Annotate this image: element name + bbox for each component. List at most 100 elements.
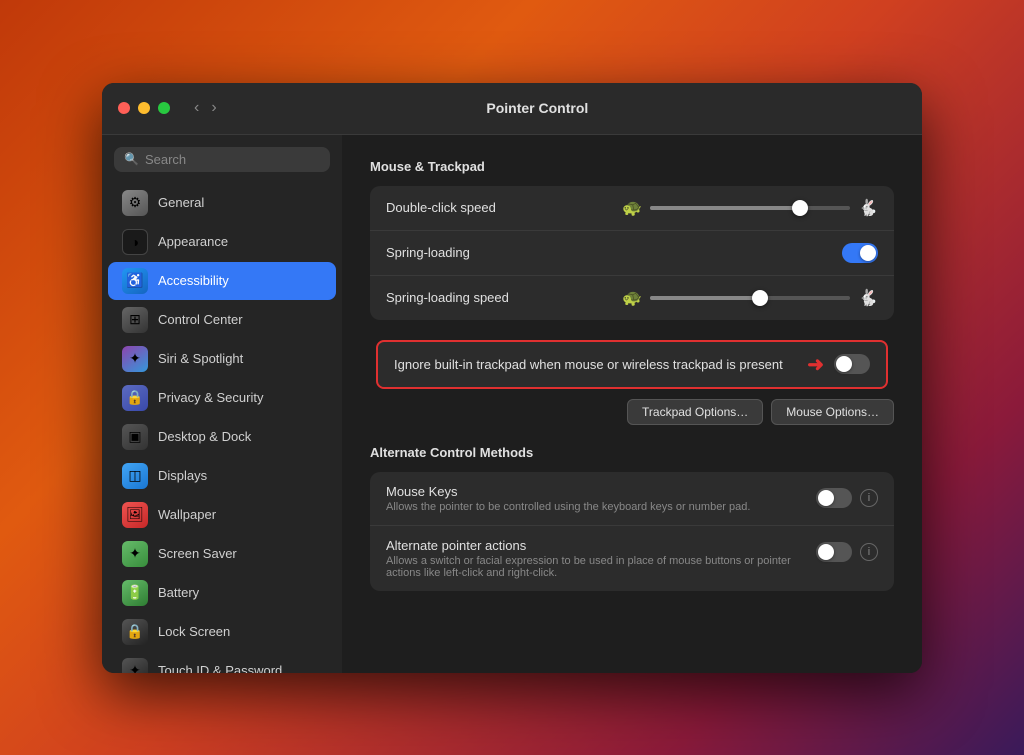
- sidebar-item-displays[interactable]: ◫ Displays: [108, 457, 336, 495]
- nav-arrows: ‹ ›: [190, 97, 221, 119]
- sidebar-icon-battery: 🔋: [122, 580, 148, 606]
- double-click-speed-row: Double-click speed 🐢 🐇: [370, 186, 894, 231]
- sidebar-label-control-center: Control Center: [158, 312, 243, 327]
- search-box[interactable]: 🔍: [114, 147, 330, 172]
- alt-pointer-label: Alternate pointer actions: [386, 538, 806, 553]
- sidebar-label-siri: Siri & Spotlight: [158, 351, 243, 366]
- search-icon: 🔍: [124, 152, 139, 166]
- sidebar-icon-accessibility: ♿: [122, 268, 148, 294]
- back-button[interactable]: ‹: [190, 97, 203, 119]
- sidebar-label-displays: Displays: [158, 468, 207, 483]
- trackpad-options-button[interactable]: Trackpad Options…: [627, 399, 763, 425]
- slider-left-icon-2: 🐢: [622, 288, 642, 308]
- sidebar-item-battery[interactable]: 🔋 Battery: [108, 574, 336, 612]
- double-click-speed-label: Double-click speed: [386, 200, 612, 215]
- sidebar-item-accessibility[interactable]: ♿ Accessibility: [108, 262, 336, 300]
- sidebar-label-touchid: Touch ID & Password: [158, 663, 282, 673]
- alt-pointer-toggle[interactable]: [816, 542, 852, 562]
- alt-pointer-text: Alternate pointer actions Allows a switc…: [386, 538, 806, 579]
- double-click-slider-thumb[interactable]: [792, 200, 808, 216]
- double-click-slider-track[interactable]: [650, 206, 850, 210]
- mouse-keys-row: Mouse Keys Allows the pointer to be cont…: [370, 472, 894, 526]
- alt-pointer-row: Alternate pointer actions Allows a switc…: [370, 526, 894, 591]
- sidebar-icon-displays: ◫: [122, 463, 148, 489]
- sidebar-item-general[interactable]: ⚙ General: [108, 184, 336, 222]
- ignore-trackpad-row: Ignore built-in trackpad when mouse or w…: [376, 340, 888, 389]
- sidebar-icon-appearance: ◑: [122, 229, 148, 255]
- search-input[interactable]: [145, 152, 321, 167]
- sidebar-item-touchid[interactable]: ✦Touch ID & Password: [108, 652, 336, 673]
- double-click-speed-slider-row: 🐢 🐇: [622, 198, 878, 218]
- sidebar-icon-privacy: 🔒: [122, 385, 148, 411]
- spring-loading-speed-label: Spring-loading speed: [386, 290, 612, 305]
- arrow-indicator: ➜: [807, 352, 824, 377]
- close-button[interactable]: [118, 102, 130, 114]
- content-area: 🔍 ⚙ General ◑ Appearance ♿ Accessibility ⊞ Cont…: [102, 135, 922, 673]
- spring-loading-slider-fill: [650, 296, 760, 300]
- alt-pointer-sublabel: Allows a switch or facial expression to …: [386, 555, 806, 579]
- slider-right-icon-2: 🐇: [858, 288, 878, 308]
- mouse-keys-text: Mouse Keys Allows the pointer to be cont…: [386, 484, 806, 513]
- sidebar-icon-control-center: ⊞: [122, 307, 148, 333]
- mouse-trackpad-group: Double-click speed 🐢 🐇 Spring-loading: [370, 186, 894, 320]
- forward-button[interactable]: ›: [207, 97, 220, 119]
- ignore-trackpad-group: Ignore built-in trackpad when mouse or w…: [370, 340, 894, 389]
- mouse-keys-label: Mouse Keys: [386, 484, 806, 499]
- sidebar-item-siri[interactable]: ✦ Siri & Spotlight: [108, 340, 336, 378]
- sidebar-icon-general: ⚙: [122, 190, 148, 216]
- main-content: Mouse & Trackpad Double-click speed 🐢 🐇: [342, 135, 922, 673]
- spring-loading-slider-thumb[interactable]: [752, 290, 768, 306]
- window-title: Pointer Control: [229, 100, 846, 116]
- sidebar-label-lockscreen: Lock Screen: [158, 624, 230, 639]
- titlebar: ‹ › Pointer Control: [102, 83, 922, 135]
- spring-loading-speed-row: Spring-loading speed 🐢 🐇: [370, 276, 894, 320]
- spring-loading-slider-track[interactable]: [650, 296, 850, 300]
- sidebar-item-privacy[interactable]: 🔒 Privacy & Security: [108, 379, 336, 417]
- spring-loading-label: Spring-loading: [386, 245, 832, 260]
- sidebar-label-desktop: Desktop & Dock: [158, 429, 251, 444]
- sidebar-icon-screensaver: ✦: [122, 541, 148, 567]
- mouse-trackpad-section-title: Mouse & Trackpad: [370, 159, 894, 174]
- sidebar-icon-wallpaper: 🖼: [122, 502, 148, 528]
- sidebar-label-battery: Battery: [158, 585, 199, 600]
- alt-pointer-toggle-knob: [818, 544, 834, 560]
- spring-loading-toggle[interactable]: [842, 243, 878, 263]
- minimize-button[interactable]: [138, 102, 150, 114]
- spring-loading-speed-slider-row: 🐢 🐇: [622, 288, 878, 308]
- ignore-trackpad-label: Ignore built-in trackpad when mouse or w…: [394, 357, 797, 372]
- sidebar-icon-siri: ✦: [122, 346, 148, 372]
- sidebar-label-privacy: Privacy & Security: [158, 390, 263, 405]
- sidebar-label-general: General: [158, 195, 204, 210]
- mouse-options-button[interactable]: Mouse Options…: [771, 399, 894, 425]
- mouse-keys-toggle-knob: [818, 490, 834, 506]
- trackpad-mouse-buttons-row: Trackpad Options… Mouse Options…: [370, 399, 894, 425]
- ignore-trackpad-toggle[interactable]: [834, 354, 870, 374]
- mouse-keys-controls: i: [816, 488, 878, 508]
- slider-left-icon: 🐢: [622, 198, 642, 218]
- alt-pointer-info-button[interactable]: i: [860, 543, 878, 561]
- sidebar-icon-desktop: ▣: [122, 424, 148, 450]
- double-click-slider-fill: [650, 206, 800, 210]
- ignore-trackpad-toggle-knob: [836, 356, 852, 372]
- alt-control-group: Mouse Keys Allows the pointer to be cont…: [370, 472, 894, 591]
- sidebar-label-accessibility: Accessibility: [158, 273, 229, 288]
- sidebar-item-wallpaper[interactable]: 🖼 Wallpaper: [108, 496, 336, 534]
- mouse-keys-info-button[interactable]: i: [860, 489, 878, 507]
- spring-loading-toggle-knob: [860, 245, 876, 261]
- sidebar-label-appearance: Appearance: [158, 234, 228, 249]
- sidebar-icon-lockscreen: 🔒: [122, 619, 148, 645]
- system-preferences-window: ‹ › Pointer Control 🔍 ⚙ General ◑ Appearanc…: [102, 83, 922, 673]
- sidebar-item-screensaver[interactable]: ✦ Screen Saver: [108, 535, 336, 573]
- maximize-button[interactable]: [158, 102, 170, 114]
- mouse-keys-sublabel: Allows the pointer to be controlled usin…: [386, 501, 806, 513]
- sidebar-label-wallpaper: Wallpaper: [158, 507, 216, 522]
- mouse-keys-toggle[interactable]: [816, 488, 852, 508]
- sidebar-item-appearance[interactable]: ◑ Appearance: [108, 223, 336, 261]
- sidebar-items: ⚙ General ◑ Appearance ♿ Accessibility ⊞ Contro…: [102, 184, 342, 673]
- sidebar-item-desktop[interactable]: ▣ Desktop & Dock: [108, 418, 336, 456]
- sidebar: 🔍 ⚙ General ◑ Appearance ♿ Accessibility ⊞ Cont…: [102, 135, 342, 673]
- alt-pointer-controls: i: [816, 542, 878, 562]
- sidebar-item-control-center[interactable]: ⊞ Control Center: [108, 301, 336, 339]
- sidebar-item-lockscreen[interactable]: 🔒 Lock Screen: [108, 613, 336, 651]
- sidebar-label-screensaver: Screen Saver: [158, 546, 237, 561]
